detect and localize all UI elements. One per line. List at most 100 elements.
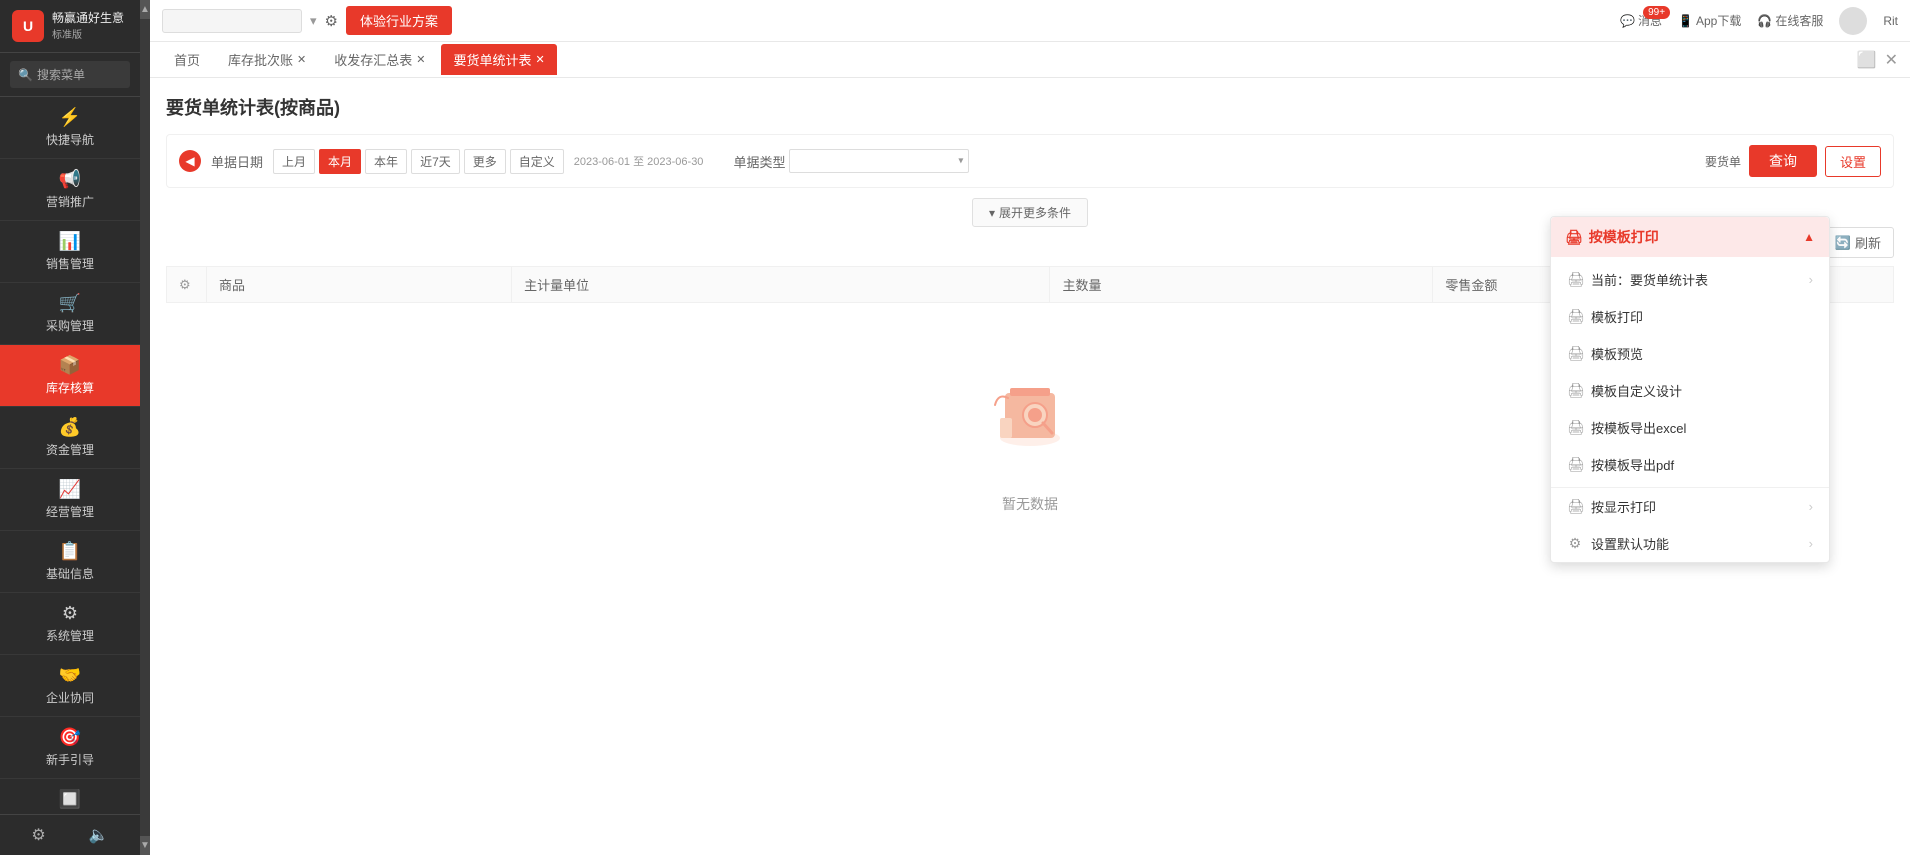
type-filter-selector: 单据类型 ▾ (733, 149, 969, 173)
tab-receipt-summary[interactable]: 收发存汇总表 ✕ (322, 44, 437, 75)
volume-icon[interactable]: 🔈 (89, 825, 109, 845)
sidebar-item-finance[interactable]: 💰 资金管理 (0, 407, 140, 469)
page-content: 要货单统计表(按商品) ◀ 单据日期 上月 本月 本年 近7天 更多 自定义 2… (150, 78, 1910, 855)
trial-btn[interactable]: 体验行业方案 (346, 6, 452, 35)
scroll-down-button[interactable]: ▼ (140, 836, 150, 855)
dropdown-display-print[interactable]: 🖨 按显示打印 › (1551, 488, 1829, 525)
tab-expand-icon[interactable]: ⬜ (1857, 50, 1877, 70)
current-template-label: 当前：要货单统计表 (1591, 270, 1708, 289)
col-quantity: 主数量 (1050, 267, 1433, 303)
message-badge: 99+ (1643, 6, 1670, 19)
refresh-label: 刷新 (1855, 233, 1881, 252)
sidebar-item-guide[interactable]: 🎯 新手引导 (0, 717, 140, 779)
query-button[interactable]: 查询 (1749, 145, 1817, 177)
system-icon: ⚙ (62, 603, 78, 624)
dropdown-template-print[interactable]: 🖨 模板打印 (1551, 298, 1829, 335)
sidebar-item-basic[interactable]: 📋 基础信息 (0, 531, 140, 593)
dropdown-set-default[interactable]: ⚙ 设置默认功能 › (1551, 525, 1829, 562)
message-button[interactable]: 💬 消息 99+ (1620, 12, 1662, 29)
page-title: 要货单统计表(按商品) (166, 94, 1894, 120)
date-btn-custom[interactable]: 自定义 (510, 149, 564, 174)
set-default-icon: ⚙ (1567, 535, 1583, 552)
tab-batch-account[interactable]: 库存批次账 ✕ (216, 44, 318, 75)
sidebar-item-system[interactable]: ⚙ 系统管理 (0, 593, 140, 655)
type-select[interactable] (789, 149, 969, 173)
expand-more-label: 展开更多条件 (999, 204, 1071, 221)
username-label[interactable]: Rit (1883, 14, 1898, 28)
cooperation-icon: 🤝 (59, 665, 81, 686)
dropdown-template-custom[interactable]: 🖨 模板自定义设计 (1551, 372, 1829, 409)
order-type-tag: 要货单 (1705, 153, 1741, 170)
filter-expand-button[interactable]: ◀ (179, 150, 201, 172)
basic-icon: 📋 (59, 541, 81, 562)
sidebar-item-sales[interactable]: 📊 销售管理 (0, 221, 140, 283)
col-product: 商品 (207, 267, 512, 303)
topbar: ▾ ⚙ 体验行业方案 💬 消息 99+ 📱 App下载 🎧 在线客服 Rit (150, 0, 1910, 42)
topbar-dropdown-arrow[interactable]: ▾ (310, 13, 317, 29)
tab-order-stats-close[interactable]: ✕ (536, 53, 545, 66)
dropdown-collapse-arrow[interactable]: ▲ (1803, 230, 1815, 244)
finance-icon: 💰 (59, 417, 81, 438)
date-btn-this-month[interactable]: 本月 (319, 149, 361, 174)
date-btn-last-month[interactable]: 上月 (273, 149, 315, 174)
dropdown-template-pdf[interactable]: 🖨 按模板导出pdf (1551, 446, 1829, 483)
settings-button[interactable]: 设置 (1825, 146, 1881, 177)
type-select-wrapper: ▾ (789, 149, 969, 173)
sidebar-item-marketing[interactable]: 📢 营销推广 (0, 159, 140, 221)
inventory-icon: 📦 (59, 355, 81, 376)
sidebar-item-label: 新手引导 (46, 751, 94, 768)
sidebar-scrollbar: ▲ ▼ (140, 0, 150, 855)
phone-icon: 📱 (1678, 14, 1693, 28)
sidebar-item-quick-nav[interactable]: ⚡ 快捷导航 (0, 97, 140, 159)
expand-more-button[interactable]: ▾ 展开更多条件 (972, 198, 1088, 227)
dropdown-current-item[interactable]: 🖨 当前：要货单统计表 › (1551, 261, 1829, 298)
tab-receipt-summary-close[interactable]: ✕ (416, 53, 425, 66)
date-btn-this-year[interactable]: 本年 (365, 149, 407, 174)
date-btn-more[interactable]: 更多 (464, 149, 506, 174)
sidebar-item-cooperation[interactable]: 🤝 企业协同 (0, 655, 140, 717)
sidebar-logo: U 畅赢通好生意 标准版 (0, 0, 140, 53)
set-default-arrow: › (1809, 536, 1813, 551)
sidebar-item-label: 系统管理 (46, 627, 94, 644)
dropdown-header: 🖨 按模板打印 ▲ (1551, 217, 1829, 257)
tab-order-stats[interactable]: 要货单统计表 ✕ (441, 44, 556, 75)
refresh-icon: 🔄 (1835, 235, 1851, 251)
sidebar-item-label: 销售管理 (46, 255, 94, 272)
settings-bottom-icon[interactable]: ⚙ (31, 825, 45, 845)
template-custom-label: 模板自定义设计 (1591, 381, 1682, 400)
dropdown-template-excel[interactable]: 🖨 按模板导出excel (1551, 409, 1829, 446)
sidebar-item-operation[interactable]: 📈 经营管理 (0, 469, 140, 531)
online-service-button[interactable]: 🎧 在线客服 (1757, 12, 1823, 29)
operation-icon: 📈 (59, 479, 81, 500)
sidebar-search-area: 🔍 搜索菜单 (0, 53, 140, 97)
sidebar-item-purchase[interactable]: 🛒 采购管理 (0, 283, 140, 345)
topbar-gear-icon[interactable]: ⚙ (325, 12, 338, 30)
tab-home[interactable]: 首页 (162, 44, 212, 75)
sidebar-item-inventory[interactable]: 📦 库存核算 (0, 345, 140, 407)
template-pdf-label: 按模板导出pdf (1591, 455, 1674, 474)
sidebar-item-label: 快捷导航 (46, 131, 94, 148)
date-btn-7days[interactable]: 近7天 (411, 149, 460, 174)
print-dropdown: 🖨 按模板打印 ▲ 🖨 当前：要货单统计表 › 🖨 模板打印 🖨 模板预览 (1550, 216, 1830, 563)
display-print-label: 按显示打印 (1591, 497, 1656, 516)
sidebar-item-label: 基础信息 (46, 565, 94, 582)
template-excel-icon: 🖨 (1567, 419, 1583, 436)
user-avatar[interactable] (1839, 7, 1867, 35)
dropdown-title-label: 按模板打印 (1589, 227, 1659, 247)
app-version: 标准版 (52, 26, 124, 41)
empty-illustration (980, 363, 1080, 482)
topbar-search-input[interactable] (162, 9, 302, 33)
template-preview-icon: 🖨 (1567, 345, 1583, 362)
refresh-button[interactable]: 🔄 刷新 (1822, 227, 1894, 258)
sales-icon: 📊 (59, 231, 81, 252)
tab-batch-account-close[interactable]: ✕ (297, 53, 306, 66)
scroll-up-button[interactable]: ▲ (140, 0, 150, 19)
tab-contract-icon[interactable]: ✕ (1885, 50, 1898, 70)
filter-bar: ◀ 单据日期 上月 本月 本年 近7天 更多 自定义 2023-06-01 至 … (166, 134, 1894, 188)
dropdown-template-preview[interactable]: 🖨 模板预览 (1551, 335, 1829, 372)
app-download-button[interactable]: 📱 App下载 (1678, 12, 1741, 29)
sidebar-item-app-center[interactable]: 🔲 应用中心 (0, 779, 140, 814)
search-menu-button[interactable]: 🔍 搜索菜单 (10, 61, 130, 88)
table-settings-icon[interactable]: ⚙ (179, 277, 191, 292)
sidebar-item-label: 采购管理 (46, 317, 94, 334)
